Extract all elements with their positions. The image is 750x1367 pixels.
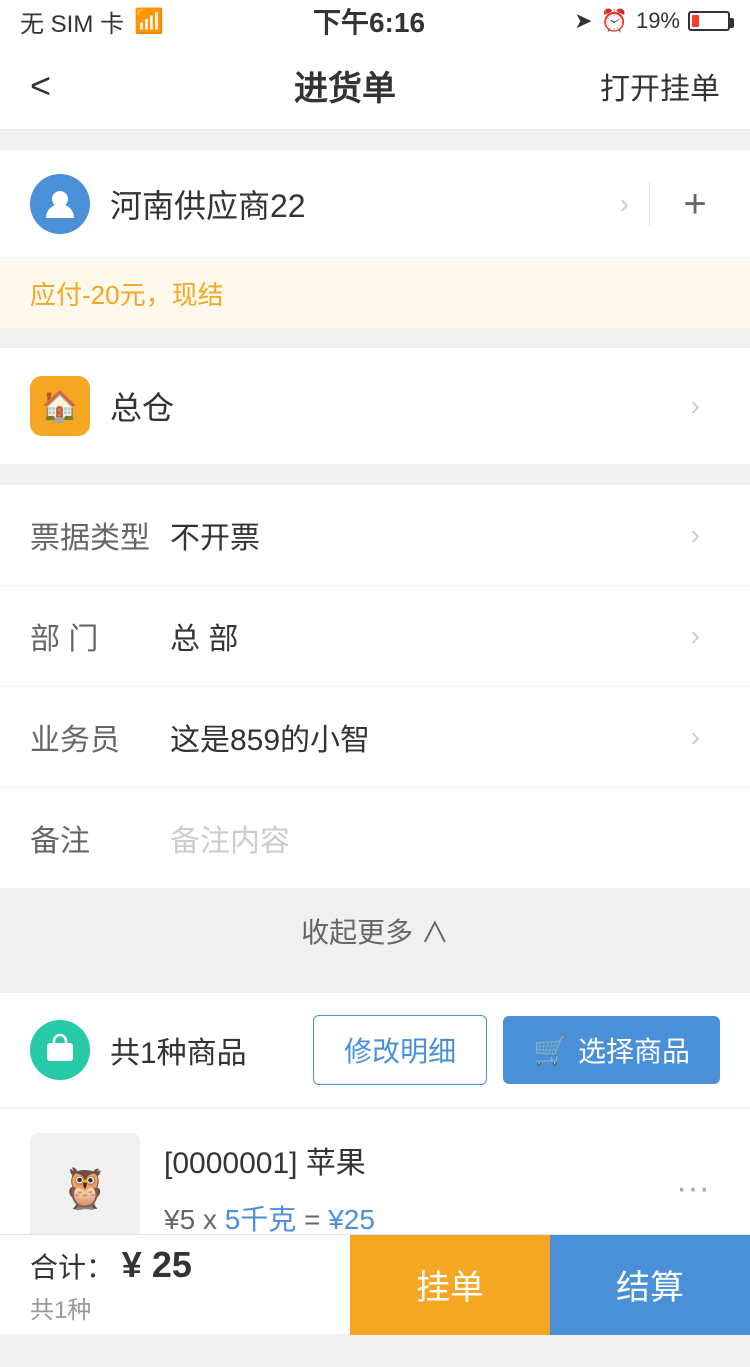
battery-icon xyxy=(688,11,730,31)
salesperson-value: 这是859的小智 xyxy=(170,715,691,759)
collapse-button[interactable]: 收起更多 ∧ xyxy=(0,889,750,973)
department-value: 总 部 xyxy=(170,614,691,658)
add-supplier-button[interactable]: + xyxy=(670,182,720,227)
department-row[interactable]: 部 门 总 部 › xyxy=(0,586,750,687)
total-count: 共1种 xyxy=(30,1290,320,1325)
total-row: 合计： ¥ 25 xyxy=(30,1244,320,1286)
status-time: 下午6:16 xyxy=(313,1,425,41)
product-placeholder-icon: 🦉 xyxy=(60,1165,110,1212)
remark-label: 备注 xyxy=(30,816,170,860)
warehouse-section: 🏠 总仓 › xyxy=(0,348,750,465)
invoice-type-row[interactable]: 票据类型 不开票 › xyxy=(0,485,750,586)
total-label: 合计： xyxy=(30,1252,114,1283)
products-icon-circle xyxy=(30,1020,90,1080)
invoice-type-chevron-icon: › xyxy=(691,519,700,551)
total-price: ¥25 xyxy=(328,1204,375,1235)
checkout-button[interactable]: 结算 xyxy=(550,1235,750,1335)
warehouse-row[interactable]: 🏠 总仓 › xyxy=(0,348,750,465)
total-amount: ¥ 25 xyxy=(122,1244,192,1285)
cart-icon: 🛒 xyxy=(533,1034,568,1067)
modify-detail-button[interactable]: 修改明细 xyxy=(313,1015,487,1085)
open-hang-button[interactable]: 打开挂单 xyxy=(600,64,720,108)
supplier-row[interactable]: 河南供应商22 › + xyxy=(0,150,750,259)
bottom-bar: 合计： ¥ 25 共1种 挂单 结算 xyxy=(0,1234,750,1334)
battery-label: 19% xyxy=(636,8,680,34)
supplier-section: 河南供应商22 › + 应付-20元，现结 xyxy=(0,150,750,328)
department-chevron-icon: › xyxy=(691,620,700,652)
product-name: [0000001] 苹果 xyxy=(164,1138,666,1182)
invoice-type-value: 不开票 xyxy=(170,513,691,557)
supplier-notice: 应付-20元，现结 xyxy=(0,259,750,328)
equals-sign: = xyxy=(304,1204,328,1235)
product-thumbnail: 🦉 xyxy=(30,1133,140,1243)
back-button[interactable]: < xyxy=(30,65,90,107)
unit-price: ¥5 xyxy=(164,1204,195,1235)
total-section: 合计： ¥ 25 共1种 xyxy=(0,1244,350,1325)
remark-placeholder: 备注内容 xyxy=(170,816,720,860)
warehouse-icon: 🏠 xyxy=(41,389,78,424)
select-product-label: 选择商品 xyxy=(578,1030,690,1070)
wifi-icon: 📶 xyxy=(134,7,164,36)
alarm-icon: ⏰ xyxy=(601,8,628,34)
location-icon: ➤ xyxy=(574,8,592,34)
divider-top xyxy=(0,130,750,150)
product-price-row: ¥5 x 5千克 = ¥25 xyxy=(164,1198,666,1238)
product-more-button[interactable]: ··· xyxy=(666,1159,720,1218)
page-title: 进货单 xyxy=(294,61,396,110)
supplier-name: 河南供应商22 xyxy=(110,181,620,227)
nav-bar: < 进货单 打开挂单 xyxy=(0,42,750,130)
department-label: 部 门 xyxy=(30,614,170,658)
remark-row[interactable]: 备注 备注内容 xyxy=(0,788,750,889)
carrier-label: 无 SIM 卡 xyxy=(20,4,124,39)
products-header: 共1种商品 修改明细 🛒 选择商品 xyxy=(0,993,750,1108)
product-code: [0000001] xyxy=(164,1147,297,1180)
product-info: [0000001] 苹果 ¥5 x 5千克 = ¥25 xyxy=(164,1138,666,1238)
price-x: x xyxy=(203,1204,225,1235)
chevron-right-icon: › xyxy=(620,188,629,220)
status-right: ➤ ⏰ 19% xyxy=(574,8,730,34)
quantity: 5千克 xyxy=(225,1204,297,1235)
salesperson-label: 业务员 xyxy=(30,715,170,759)
invoice-type-label: 票据类型 xyxy=(30,513,170,557)
salesperson-row[interactable]: 业务员 这是859的小智 › xyxy=(0,687,750,788)
hang-order-button[interactable]: 挂单 xyxy=(350,1235,550,1335)
salesperson-chevron-icon: › xyxy=(691,721,700,753)
vertical-divider xyxy=(649,182,650,226)
status-bar: 无 SIM 卡 📶 下午6:16 ➤ ⏰ 19% xyxy=(0,0,750,42)
warehouse-chevron-icon: › xyxy=(691,390,700,422)
divider-1 xyxy=(0,328,750,348)
warehouse-name: 总仓 xyxy=(110,383,691,429)
collapse-label: 收起更多 ∧ xyxy=(301,917,449,948)
divider-3 xyxy=(0,973,750,993)
supplier-avatar xyxy=(30,174,90,234)
divider-2 xyxy=(0,465,750,485)
products-count: 共1种商品 xyxy=(110,1028,313,1072)
select-product-button[interactable]: 🛒 选择商品 xyxy=(503,1016,720,1084)
form-section: 票据类型 不开票 › 部 门 总 部 › 业务员 这是859的小智 › 备注 备… xyxy=(0,485,750,889)
warehouse-icon-bg: 🏠 xyxy=(30,376,90,436)
product-title: 苹果 xyxy=(306,1147,366,1180)
status-left: 无 SIM 卡 📶 xyxy=(20,4,164,39)
